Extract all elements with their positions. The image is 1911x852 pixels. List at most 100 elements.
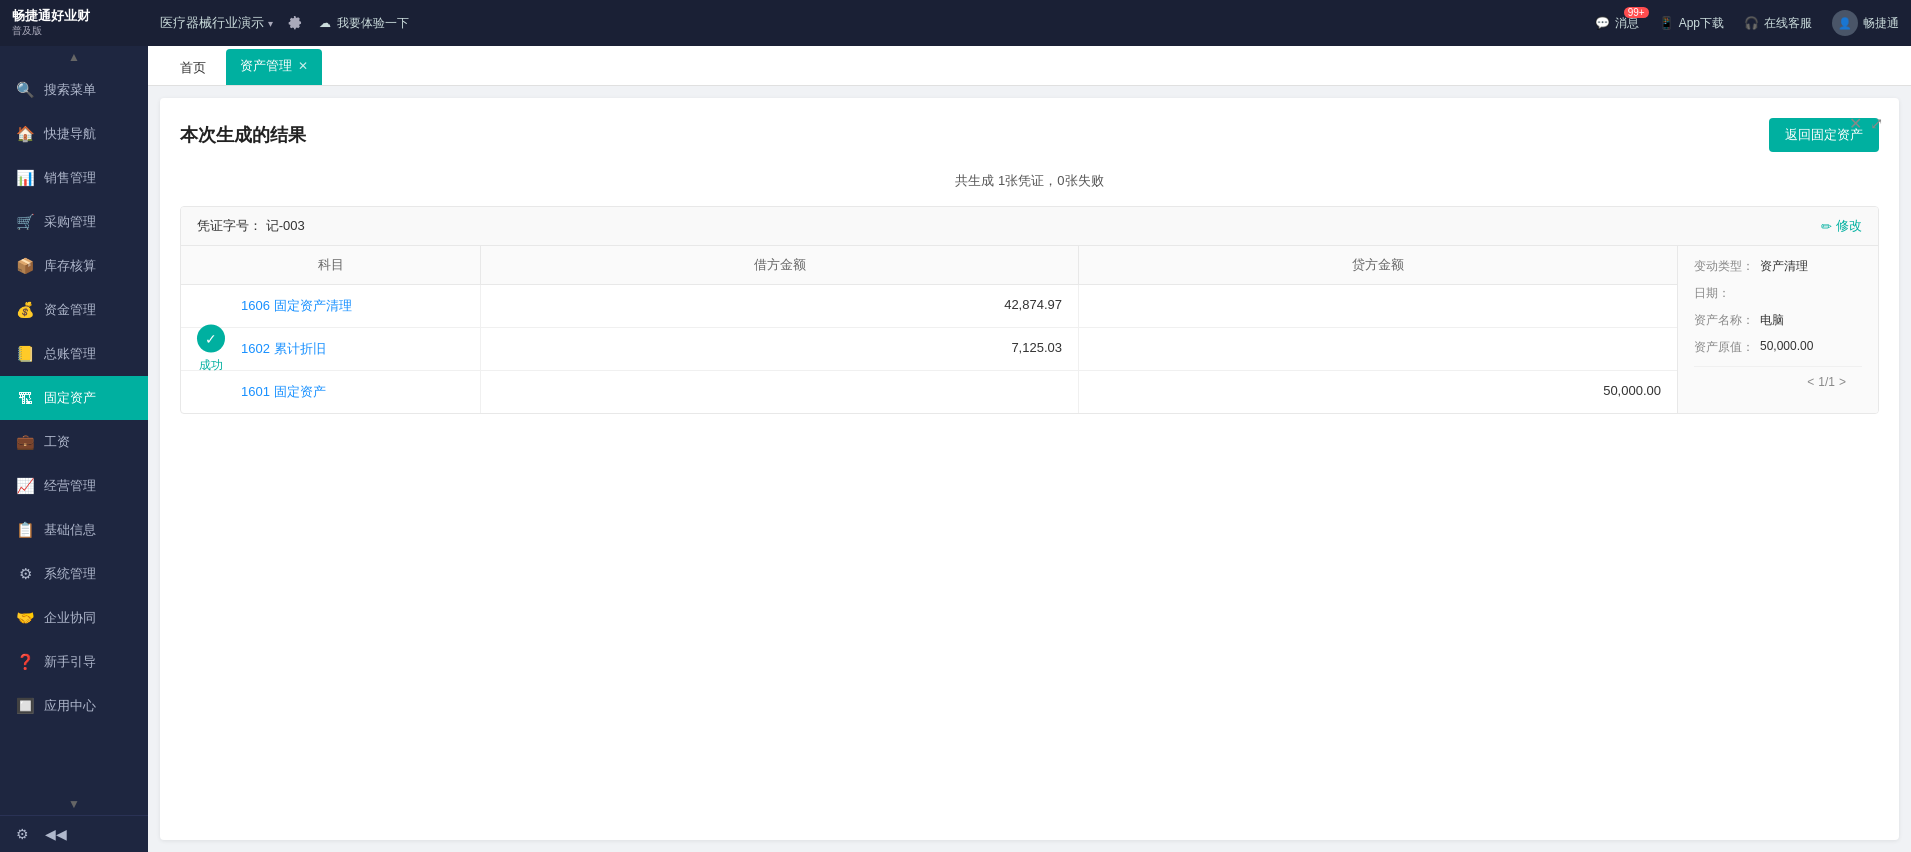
- sidebar-item-purchase[interactable]: 🛒 采购管理: [0, 200, 148, 244]
- sidebar-settings-btn[interactable]: ⚙: [16, 826, 29, 842]
- td-credit-3: 50,000.00: [1079, 371, 1677, 413]
- sidebar-item-purchase-label: 采购管理: [44, 213, 96, 231]
- side-date: 日期：: [1694, 285, 1862, 302]
- sidebar-item-fixed-assets[interactable]: 🏗 固定资产: [0, 376, 148, 420]
- page-next-icon[interactable]: >: [1839, 375, 1846, 389]
- sidebar-item-ledger-label: 总账管理: [44, 345, 96, 363]
- sidebar-item-guide[interactable]: ❓ 新手引导: [0, 640, 148, 684]
- purchase-icon: 🛒: [16, 213, 34, 231]
- enterprise-icon: 🤝: [16, 609, 34, 627]
- sidebar-item-system[interactable]: ⚙ 系统管理: [0, 552, 148, 596]
- sidebar-item-ledger[interactable]: 📒 总账管理: [0, 332, 148, 376]
- avatar-icon: 👤: [1838, 17, 1852, 30]
- th-credit-label: 贷方金额: [1352, 257, 1404, 272]
- messages-btn[interactable]: 💬 消息 99+: [1595, 15, 1639, 32]
- debit-value-1: 42,874.97: [1004, 297, 1062, 312]
- tab-home-label: 首页: [180, 60, 206, 75]
- voucher-header: 凭证字号： 记-003 ✏ 修改: [181, 207, 1878, 246]
- page-prev-icon[interactable]: <: [1807, 375, 1814, 389]
- tab-bar: 首页 资产管理 ✕: [148, 46, 1911, 86]
- voucher-card: 凭证字号： 记-003 ✏ 修改 科目: [180, 206, 1879, 414]
- sidebar: ▲ 🔍 搜索菜单 🏠 快捷导航 📊 销售管理 🛒 采购管理 📦 库存核算: [0, 46, 148, 852]
- sidebar-item-operations-label: 经营管理: [44, 477, 96, 495]
- panel-controls: ✕ ⤢: [1849, 114, 1883, 133]
- edit-label: 修改: [1836, 217, 1862, 235]
- success-text: 成功: [199, 357, 223, 374]
- page-indicator: 1/1: [1818, 375, 1835, 389]
- sidebar-item-enterprise[interactable]: 🤝 企业协同: [0, 596, 148, 640]
- th-subject: 科目: [181, 246, 481, 284]
- subject-link-2[interactable]: 1602 累计折旧: [241, 341, 326, 356]
- expand-panel-btn[interactable]: ⤢: [1870, 114, 1883, 133]
- app-center-icon: 🔲: [16, 697, 34, 715]
- payroll-icon: 💼: [16, 433, 34, 451]
- page-title: 本次生成的结果: [180, 123, 306, 147]
- sidebar-item-quick-nav[interactable]: 🏠 快捷导航: [0, 112, 148, 156]
- change-type-value: 资产清理: [1760, 258, 1808, 275]
- table-row: 1601 固定资产 50,000.00: [181, 371, 1677, 413]
- header-right: 💬 消息 99+ 📱 App下载 🎧 在线客服 👤 畅捷通: [1595, 10, 1899, 36]
- sidebar-scroll-up[interactable]: ▲: [0, 46, 148, 68]
- sidebar-item-payroll-label: 工资: [44, 433, 70, 451]
- edit-icon: ✏: [1821, 219, 1832, 234]
- sidebar-item-inventory[interactable]: 📦 库存核算: [0, 244, 148, 288]
- online-service-btn[interactable]: 🎧 在线客服: [1744, 15, 1812, 32]
- side-change-type: 变动类型： 资产清理: [1694, 258, 1862, 275]
- subject-link-3[interactable]: 1601 固定资产: [241, 384, 326, 399]
- debit-value-2: 7,125.03: [1011, 340, 1062, 355]
- subject-link-1[interactable]: 1606 固定资产清理: [241, 298, 352, 313]
- td-debit-1: 42,874.97: [481, 285, 1079, 327]
- tab-close-icon[interactable]: ✕: [298, 59, 308, 73]
- voucher-side-panel: 变动类型： 资产清理 日期： 资产名称： 电脑 资产原值：: [1678, 246, 1878, 413]
- table-body: ✓ 成功 1606 固定资产清理 42,874.97: [181, 285, 1677, 413]
- sidebar-item-search-label: 搜索菜单: [44, 81, 96, 99]
- search-icon: 🔍: [16, 81, 34, 99]
- sidebar-collapse-btn[interactable]: ◀◀: [45, 826, 67, 842]
- sidebar-item-system-label: 系统管理: [44, 565, 96, 583]
- table-row: 1602 累计折旧 7,125.03: [181, 328, 1677, 371]
- app-edition: 普及版: [12, 24, 42, 38]
- sidebar-item-app-center[interactable]: 🔲 应用中心: [0, 684, 148, 728]
- settings-icon-btn[interactable]: [281, 8, 311, 38]
- td-debit-3: [481, 371, 1079, 413]
- gear-icon: [288, 15, 304, 31]
- voucher-number: 凭证字号： 记-003: [197, 217, 305, 235]
- sidebar-item-sales[interactable]: 📊 销售管理: [0, 156, 148, 200]
- inventory-icon: 📦: [16, 257, 34, 275]
- edit-button[interactable]: ✏ 修改: [1821, 217, 1862, 235]
- operations-icon: 📈: [16, 477, 34, 495]
- fixed-assets-icon: 🏗: [16, 390, 34, 407]
- sidebar-item-inventory-label: 库存核算: [44, 257, 96, 275]
- sidebar-item-basic-info[interactable]: 📋 基础信息: [0, 508, 148, 552]
- credit-value-3: 50,000.00: [1603, 383, 1661, 398]
- sidebar-scroll-down[interactable]: ▼: [0, 793, 148, 815]
- user-area[interactable]: 👤 畅捷通: [1832, 10, 1899, 36]
- success-indicator: ✓ 成功: [197, 325, 225, 374]
- online-service-label: 在线客服: [1764, 15, 1812, 32]
- messages-badge: 99+: [1624, 7, 1649, 18]
- tab-home[interactable]: 首页: [164, 51, 222, 85]
- scroll-up-arrow: ▲: [68, 50, 80, 64]
- page-content: 本次生成的结果 返回固定资产 共生成 1张凭证，0张失败 凭证字号： 记-003…: [160, 98, 1899, 840]
- experience-btn[interactable]: ☁ 我要体验一下: [319, 15, 409, 32]
- funds-icon: 💰: [16, 301, 34, 319]
- sidebar-item-basic-info-label: 基础信息: [44, 521, 96, 539]
- download-icon: 📱: [1659, 16, 1674, 30]
- sidebar-item-funds[interactable]: 💰 资金管理: [0, 288, 148, 332]
- app-download-btn[interactable]: 📱 App下载: [1659, 15, 1724, 32]
- summary-row: 共生成 1张凭证，0张失败: [180, 172, 1879, 190]
- sidebar-item-operations[interactable]: 📈 经营管理: [0, 464, 148, 508]
- th-debit-label: 借方金额: [754, 257, 806, 272]
- cloud-icon: ☁: [319, 16, 331, 30]
- service-icon: 🎧: [1744, 16, 1759, 30]
- sidebar-item-payroll[interactable]: 💼 工资: [0, 420, 148, 464]
- sidebar-item-search[interactable]: 🔍 搜索菜单: [0, 68, 148, 112]
- sidebar-item-fixed-assets-label: 固定资产: [44, 389, 96, 407]
- company-selector[interactable]: 医疗器械行业演示 ▾: [160, 14, 273, 32]
- sidebar-item-quick-nav-label: 快捷导航: [44, 125, 96, 143]
- close-panel-btn[interactable]: ✕: [1849, 114, 1862, 133]
- sidebar-bottom: ⚙ ◀◀: [0, 815, 148, 852]
- tab-asset-mgmt[interactable]: 资产管理 ✕: [226, 49, 322, 85]
- asset-name-label: 资产名称：: [1694, 312, 1754, 329]
- td-credit-1: [1079, 285, 1677, 327]
